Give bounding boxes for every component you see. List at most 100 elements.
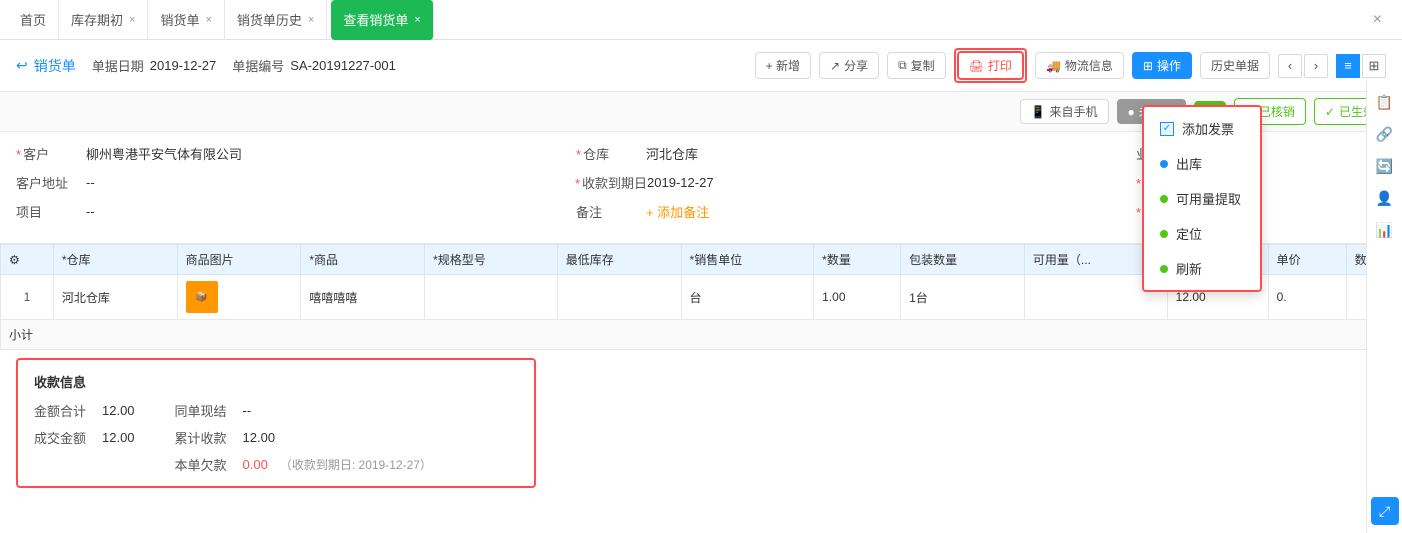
print-highlight-box: 🖨 打印 (954, 48, 1027, 83)
close-all-tabs[interactable]: × (1361, 11, 1394, 29)
row-pkg-qty: 1台 (901, 275, 1025, 320)
payment-col-right: 同单现结 -- 累计收款 12.00 本单欠款 0.00 （收款到期日: 201… (175, 401, 432, 474)
row-qty: 1.00 (814, 275, 901, 320)
owed-hint: （收款到期日: 2019-12-27） (280, 456, 432, 473)
col-pkg-qty: 包装数量 (901, 245, 1025, 275)
list-view-btn[interactable]: ≡ (1336, 54, 1360, 78)
transaction-row: 成交金额 12.00 (34, 428, 135, 447)
project-label: 项目 (16, 202, 86, 221)
main-content: ↩ 销货单 单据日期 2019-12-27 单据编号 SA-20191227-0… (0, 40, 1402, 533)
warehouse-label: 仓库 (576, 144, 646, 163)
add-invoice-item[interactable]: ✓ 添加发票 (1144, 111, 1260, 146)
green-dot-icon-refresh (1160, 265, 1168, 273)
customer-label: 客户 (16, 144, 86, 163)
tab-sales-history[interactable]: 销货单历史 × (225, 0, 327, 40)
owed-value: 0.00 (243, 457, 268, 472)
prev-arrow[interactable]: ‹ (1278, 54, 1302, 78)
payment-section: 收款信息 金额合计 12.00 成交金额 12.00 同单现结 -- 累计收款 (16, 358, 536, 488)
customer-value: 柳州粤港平安气体有限公司 (86, 144, 266, 163)
share-icon: ↗ (830, 59, 840, 73)
col-spec: *规格型号 (425, 245, 558, 275)
next-arrow[interactable]: › (1304, 54, 1328, 78)
nav-arrows: ‹ › (1278, 54, 1328, 78)
print-button[interactable]: 🖨 打印 (957, 51, 1024, 80)
tab-sales-order[interactable]: 销货单 × (148, 0, 224, 40)
doc-date-item: 单据日期 2019-12-27 (92, 56, 217, 75)
subtotal-label: 小计 (1, 320, 1402, 350)
tab-inventory[interactable]: 库存期初 × (59, 0, 148, 40)
outbound-item[interactable]: 出库 (1144, 146, 1260, 181)
locate-item[interactable]: 定位 (1144, 216, 1260, 251)
circle-icon: ● (1128, 105, 1135, 119)
tab-bar: 首页 库存期初 × 销货单 × 销货单历史 × 查看销货单 × × (0, 0, 1402, 40)
doc-header: ↩ 销货单 单据日期 2019-12-27 单据编号 SA-20191227-0… (0, 40, 1402, 92)
same-order-label: 同单现结 (175, 401, 235, 420)
col-settings[interactable]: ⚙ (1, 245, 54, 275)
doc-meta: 单据日期 2019-12-27 单据编号 SA-20191227-001 (92, 56, 396, 75)
doc-actions: + 新增 ↗ 分享 ⧉ 复制 🖨 打印 🚚 物流信息 ⊞ 操作 (755, 48, 1386, 83)
project-value: -- (86, 204, 266, 219)
cumulative-label: 累计收款 (175, 428, 235, 447)
col-product: *商品 (301, 245, 425, 275)
view-toggle: ≡ ⊞ (1336, 54, 1386, 78)
operations-dropdown: ✓ 添加发票 出库 可用量提取 定位 刷新 (1142, 105, 1262, 292)
col-unit: *销售单位 (681, 245, 814, 275)
add-note-btn[interactable]: + 添加备注 (646, 202, 826, 221)
col-min-stock: 最低库存 (557, 245, 681, 275)
grid-view-btn[interactable]: ⊞ (1362, 54, 1386, 78)
sidebar-expand-icon[interactable]: ⤢ (1371, 497, 1399, 525)
row-img: 📦 (177, 275, 301, 320)
row-spec (425, 275, 558, 320)
sidebar-link-icon[interactable]: 🔗 (1371, 120, 1399, 148)
operations-button[interactable]: ⊞ 操作 (1132, 52, 1192, 79)
plus-icon: + (646, 205, 654, 220)
row-price: 0. (1268, 275, 1346, 320)
share-button[interactable]: ↗ 分享 (819, 52, 879, 79)
check-circle-icon2: ✓ (1325, 105, 1335, 119)
row-product: 嘻嘻嘻嘻 (301, 275, 425, 320)
amount-total-row: 金额合计 12.00 (34, 401, 135, 420)
owed-label: 本单欠款 (175, 455, 235, 474)
doc-number-item: 单据编号 SA-20191227-001 (232, 56, 396, 75)
same-order-row: 同单现结 -- (175, 401, 432, 420)
product-thumbnail: 📦 (186, 281, 218, 313)
tab-home[interactable]: 首页 (8, 0, 59, 40)
copy-button[interactable]: ⧉ 复制 (887, 52, 946, 79)
warehouse-value: 河北仓库 (646, 144, 826, 163)
tab-close-inventory[interactable]: × (129, 14, 135, 26)
sidebar-user-icon[interactable]: 👤 (1371, 184, 1399, 212)
doc-number-label: 单据编号 (232, 56, 284, 75)
owed-row: 本单欠款 0.00 （收款到期日: 2019-12-27） (175, 455, 432, 474)
new-button[interactable]: + 新增 (755, 52, 811, 79)
available-qty-item[interactable]: 可用量提取 (1144, 181, 1260, 216)
print-icon: 🖨 (969, 59, 984, 73)
tab-view-sales[interactable]: 查看销货单 × (331, 0, 433, 40)
logistics-button[interactable]: 🚚 物流信息 (1035, 52, 1124, 79)
truck-icon: 🚚 (1046, 59, 1061, 73)
checkbox-icon: ✓ (1160, 122, 1174, 136)
green-dot-icon-locate (1160, 230, 1168, 238)
tab-close-history[interactable]: × (308, 14, 314, 26)
address-value: -- (86, 175, 266, 190)
col-warehouse: *仓库 (53, 245, 177, 275)
doc-type-label: 销货单 (34, 56, 76, 76)
note-label: 备注 (576, 202, 646, 221)
right-sidebar: 📋 🔗 🔄 👤 📊 ⤢ (1366, 80, 1402, 533)
row-min-stock (557, 275, 681, 320)
amount-total-value: 12.00 (102, 403, 135, 418)
green-dot-icon-available (1160, 195, 1168, 203)
row-num: 1 (1, 275, 54, 320)
sidebar-refresh-icon[interactable]: 🔄 (1371, 152, 1399, 180)
mobile-icon: 📱 (1031, 105, 1046, 119)
doc-date-value: 2019-12-27 (150, 58, 217, 73)
same-order-value: -- (243, 403, 252, 418)
sidebar-docs-icon[interactable]: 📋 (1371, 88, 1399, 116)
from-mobile-button[interactable]: 📱 来自手机 (1020, 99, 1109, 124)
row-warehouse: 河北仓库 (53, 275, 177, 320)
payment-title: 收款信息 (34, 372, 518, 391)
history-button[interactable]: 历史单据 (1200, 52, 1270, 79)
tab-close-view-sales[interactable]: × (414, 14, 420, 26)
refresh-item[interactable]: 刷新 (1144, 251, 1260, 286)
sidebar-chart-icon[interactable]: 📊 (1371, 216, 1399, 244)
tab-close-sales[interactable]: × (205, 14, 211, 26)
